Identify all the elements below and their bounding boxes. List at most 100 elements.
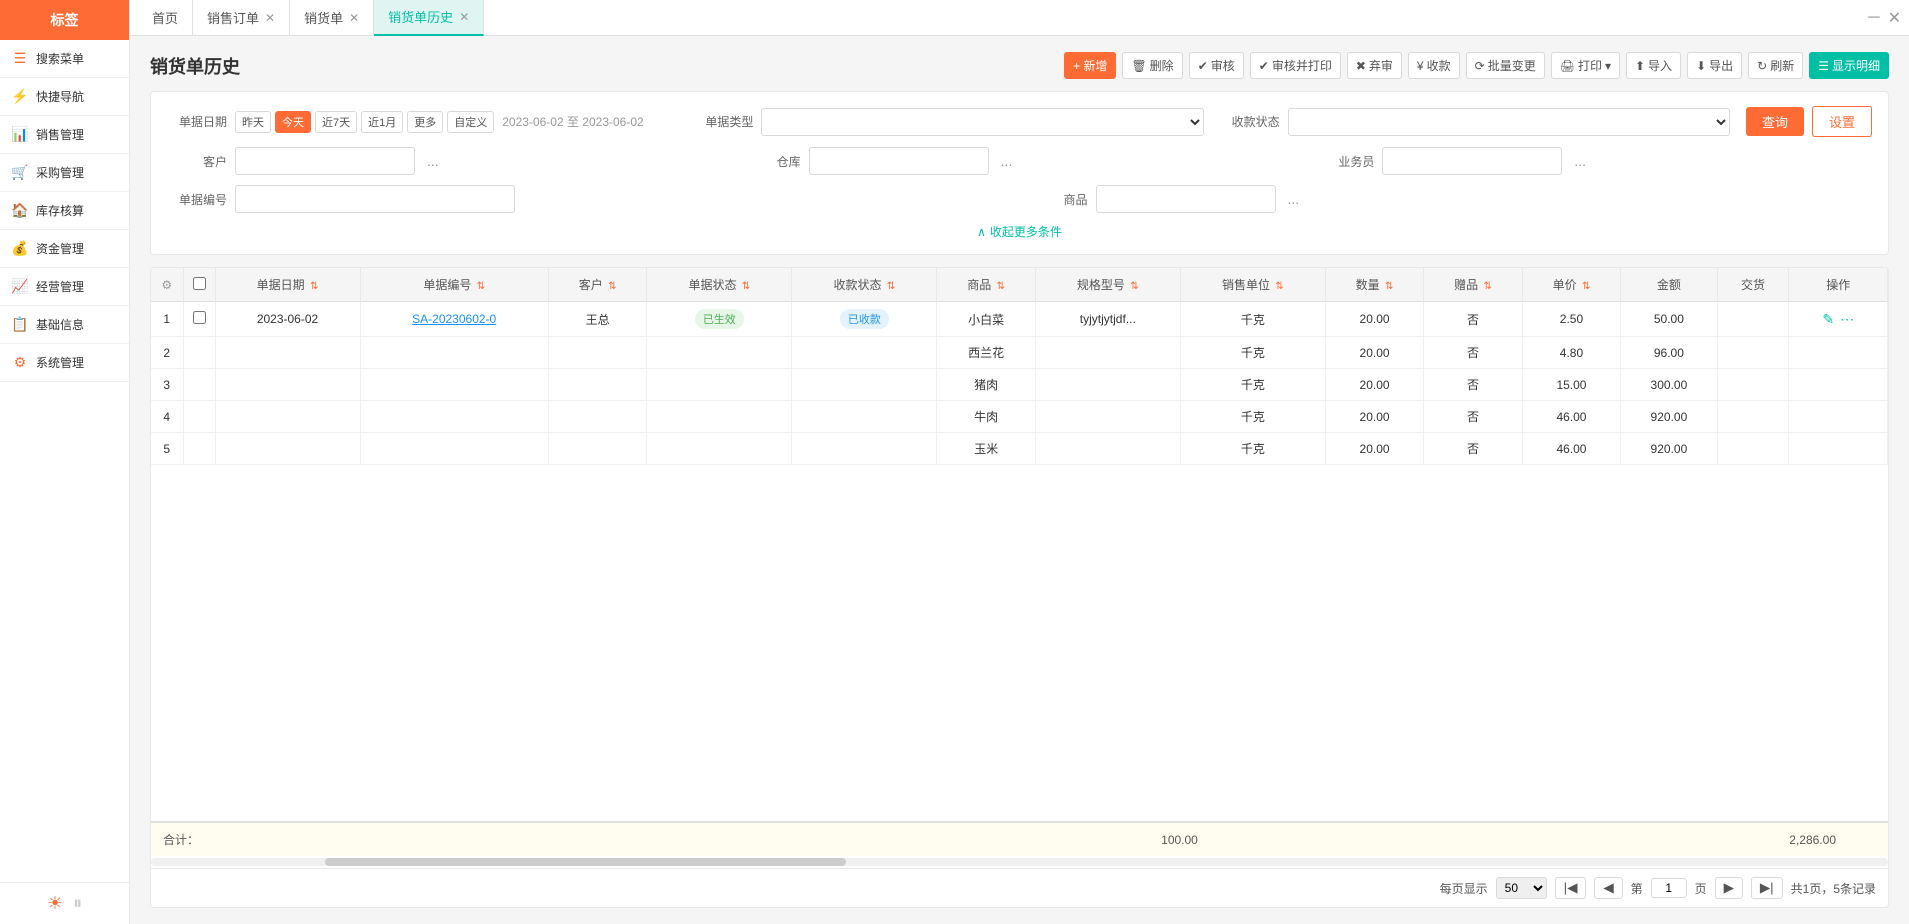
tab-sales-order-label: 销售订单 <box>207 8 259 27</box>
sidebar-item-basic-info[interactable]: 📋 基础信息 <box>0 306 129 344</box>
edit-action-btn[interactable]: ✎ <box>1819 311 1837 327</box>
tab-bar-end: ─ ✕ <box>1868 8 1901 28</box>
row-doc-date <box>215 433 360 465</box>
salesperson-input[interactable] <box>1382 147 1562 175</box>
date-shortcut-7days[interactable]: 近7天 <box>315 111 357 133</box>
row-spec <box>1035 369 1180 401</box>
sidebar-item-search[interactable]: ☰ 搜索菜单 <box>0 40 129 78</box>
abandon-icon: ✖ <box>1356 59 1366 73</box>
warehouse-ellipsis-btn[interactable]: ... <box>997 153 1017 169</box>
collapse-button[interactable]: ∧ 收起更多条件 <box>977 223 1062 240</box>
settings-button[interactable]: 设置 <box>1812 106 1872 137</box>
col-goods[interactable]: 商品 ⇅ <box>937 268 1035 302</box>
sidebar-item-purchase[interactable]: 🛒 采购管理 <box>0 154 129 192</box>
date-shortcut-today[interactable]: 今天 <box>275 111 311 133</box>
sidebar-item-label: 资金管理 <box>36 240 84 257</box>
col-gear[interactable]: ⚙ <box>151 268 183 302</box>
col-customer[interactable]: 客户 ⇅ <box>548 268 646 302</box>
prev-page-btn[interactable]: ◀ <box>1594 877 1622 899</box>
tab-sales-order-close[interactable]: ✕ <box>265 11 275 25</box>
sidebar-bottom-icon2[interactable]: ⏸ <box>73 893 82 914</box>
goods-input[interactable] <box>1096 185 1276 213</box>
row-doc-no <box>360 337 548 369</box>
col-spec[interactable]: 规格型号 ⇅ <box>1035 268 1180 302</box>
new-button[interactable]: + 新增 <box>1064 52 1116 79</box>
print-icon: 🖨 <box>1560 59 1575 73</box>
row-delivery <box>1717 337 1789 369</box>
purchase-icon: 🛒 <box>12 165 28 181</box>
row-doc-status <box>647 337 792 369</box>
tab-sales-delivery-close[interactable]: ✕ <box>349 11 359 25</box>
salesperson-label: 业务员 <box>1314 153 1374 170</box>
date-shortcut-custom[interactable]: 自定义 <box>447 111 494 133</box>
collect-button[interactable]: ¥ 收款 <box>1408 52 1460 79</box>
filter-item-doc-no: 单据编号 <box>167 185 1012 213</box>
last-page-btn[interactable]: ▶| <box>1751 877 1783 899</box>
row-doc-no: SA-20230602-0 <box>360 302 548 337</box>
select-all-checkbox[interactable] <box>193 277 206 290</box>
window-minimize-icon[interactable]: ─ <box>1868 9 1879 27</box>
col-unit[interactable]: 销售单位 ⇅ <box>1180 268 1325 302</box>
gear-icon[interactable]: ⚙ <box>161 278 172 292</box>
col-payment-status[interactable]: 收款状态 ⇅ <box>792 268 937 302</box>
payment-status-select[interactable] <box>1288 108 1730 136</box>
col-doc-no[interactable]: 单据编号 ⇅ <box>360 268 548 302</box>
date-shortcut-1month[interactable]: 近1月 <box>361 111 403 133</box>
tab-sales-history-close[interactable]: ✕ <box>459 10 469 24</box>
col-doc-status[interactable]: 单据状态 ⇅ <box>647 268 792 302</box>
row-qty: 20.00 <box>1325 337 1423 369</box>
import-button[interactable]: ⬆ 导入 <box>1626 52 1681 79</box>
sidebar-item-sys-mgmt[interactable]: ⚙ 系统管理 <box>0 344 129 382</box>
audit-print-button[interactable]: ✔ 审核并打印 <box>1250 52 1341 79</box>
refresh-button[interactable]: ↻ 刷新 <box>1748 52 1803 79</box>
next-page-btn[interactable]: ▶ <box>1715 877 1743 899</box>
row-payment-status: 已收款 <box>792 302 937 337</box>
more-action-btn[interactable]: ⋯ <box>1837 311 1857 327</box>
show-details-button[interactable]: ☰ 显示明细 <box>1809 52 1889 79</box>
print-button[interactable]: 🖨 打印 ▾ <box>1551 52 1620 79</box>
abandon-button[interactable]: ✖ 弃审 <box>1347 52 1402 79</box>
first-page-btn[interactable]: |◀ <box>1555 877 1587 899</box>
page-input[interactable] <box>1651 878 1687 898</box>
sidebar-bottom-icon1[interactable]: ☀ <box>47 893 63 914</box>
doc-type-select[interactable] <box>761 108 1203 136</box>
tab-sales-delivery[interactable]: 销货单 ✕ <box>290 0 374 36</box>
row-select-checkbox[interactable] <box>193 311 206 324</box>
window-close-icon[interactable]: ✕ <box>1888 8 1901 28</box>
warehouse-input[interactable] <box>809 147 989 175</box>
collapse-label: 收起更多条件 <box>990 223 1062 240</box>
date-shortcut-yesterday[interactable]: 昨天 <box>235 111 271 133</box>
sidebar-item-inventory[interactable]: 🏠 库存核算 <box>0 192 129 230</box>
col-gift[interactable]: 赠品 ⇅ <box>1424 268 1522 302</box>
sidebar-item-label: 系统管理 <box>36 354 84 371</box>
query-button[interactable]: 查询 <box>1746 107 1804 136</box>
tab-home[interactable]: 首页 <box>138 0 193 36</box>
doc-no-link[interactable]: SA-20230602-0 <box>412 312 496 326</box>
salesperson-ellipsis-btn[interactable]: ... <box>1570 153 1590 169</box>
horizontal-scrollbar[interactable] <box>151 858 1888 866</box>
customer-ellipsis-btn[interactable]: ... <box>423 153 443 169</box>
customer-input[interactable] <box>235 147 415 175</box>
export-button[interactable]: ⬇ 导出 <box>1687 52 1742 79</box>
row-goods: 玉米 <box>937 433 1035 465</box>
date-shortcut-more[interactable]: 更多 <box>407 111 443 133</box>
sidebar-item-sales[interactable]: 📊 销售管理 <box>0 116 129 154</box>
per-page-select[interactable]: 50 100 <box>1496 877 1547 899</box>
delete-button[interactable]: 🗑 删除 <box>1122 52 1182 79</box>
sidebar-item-finance[interactable]: 💰 资金管理 <box>0 230 129 268</box>
col-doc-date[interactable]: 单据日期 ⇅ <box>215 268 360 302</box>
tab-sales-history[interactable]: 销货单历史 ✕ <box>374 0 484 36</box>
col-qty[interactable]: 数量 ⇅ <box>1325 268 1423 302</box>
batch-change-button[interactable]: ⟳ 批量变更 <box>1466 52 1545 79</box>
col-price[interactable]: 单价 ⇅ <box>1522 268 1620 302</box>
tab-sales-order[interactable]: 销售订单 ✕ <box>193 0 290 36</box>
filter-item-customer: 客户 ... <box>167 147 725 175</box>
sidebar-item-operations[interactable]: 📈 经营管理 <box>0 268 129 306</box>
goods-ellipsis-btn[interactable]: ... <box>1284 191 1304 207</box>
row-actions: ✎⋯ <box>1789 302 1888 337</box>
finance-icon: 💰 <box>12 241 28 257</box>
audit-button[interactable]: ✔ 审核 <box>1189 52 1244 79</box>
sidebar-item-quicknav[interactable]: ⚡ 快捷导航 <box>0 78 129 116</box>
doc-no-input[interactable] <box>235 185 515 213</box>
col-amount: 金额 <box>1621 268 1717 302</box>
